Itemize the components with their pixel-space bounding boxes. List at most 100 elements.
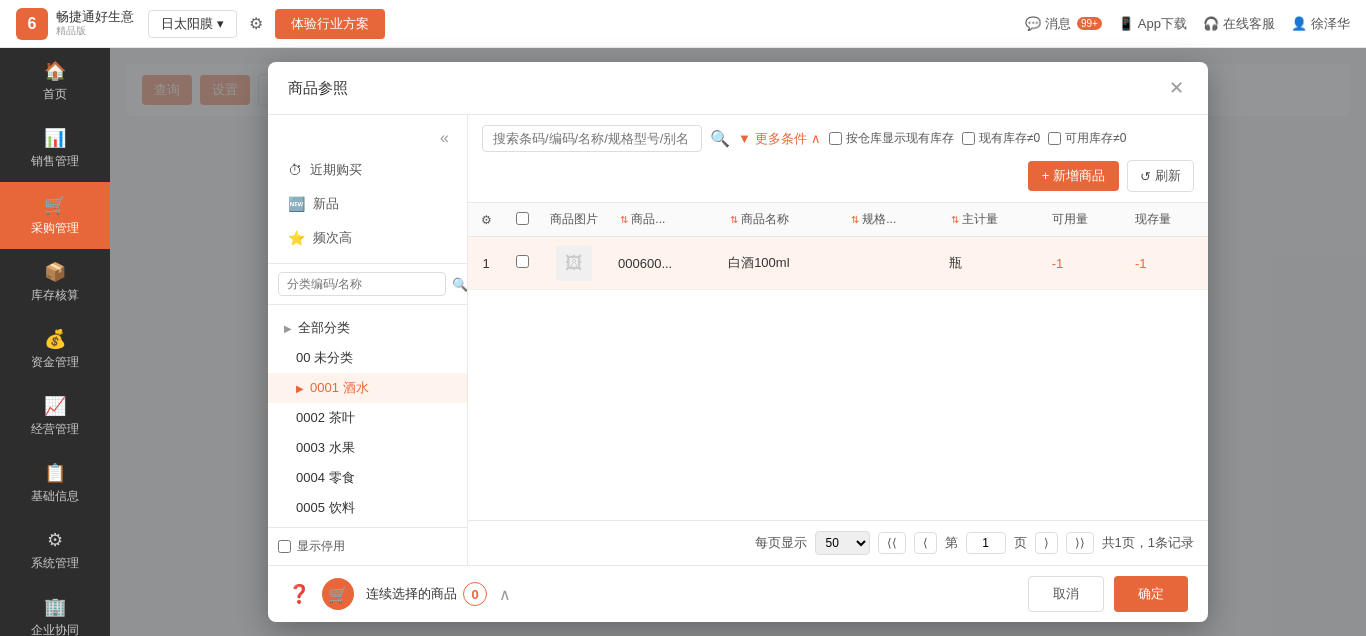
add-product-button[interactable]: + 新增商品 [1028, 161, 1119, 191]
row-checkbox[interactable] [516, 255, 529, 268]
select-all-checkbox[interactable] [516, 212, 529, 225]
sort-icon: ⇅ [620, 214, 628, 225]
sidebar-item-label: 资金管理 [31, 354, 79, 371]
show-disabled-row: 显示停用 [268, 527, 467, 565]
user-item[interactable]: 👤 徐泽华 [1291, 15, 1350, 33]
next-page-button[interactable]: ⟩ [1035, 532, 1058, 554]
col-header-unit[interactable]: ⇅ 主计量 [939, 203, 1042, 237]
collapse-left-button[interactable]: « [432, 125, 457, 151]
col-header-spec[interactable]: ⇅ 规格... [839, 203, 939, 237]
sidebar-item-label: 基础信息 [31, 488, 79, 505]
sidebar-item-label: 企业协同 [31, 622, 79, 636]
trial-button[interactable]: 体验行业方案 [275, 9, 385, 39]
col-header-img: 商品图片 [540, 203, 608, 237]
modal-overlay: 商品参照 ✕ « ⏱ 近期购买 [110, 48, 1366, 636]
sidebar-item-home[interactable]: 🏠 首页 [0, 48, 110, 115]
cancel-button[interactable]: 取消 [1028, 576, 1104, 612]
sidebar-item-label: 系统管理 [31, 555, 79, 572]
table-row[interactable]: 1 🖼 [468, 237, 1208, 290]
new-products-item[interactable]: 🆕 新品 [278, 189, 457, 219]
tree-item-cat0005[interactable]: 0005 饮料 [268, 493, 467, 523]
col-header-name[interactable]: ⇅ 商品名称 [718, 203, 839, 237]
row-stock: -1 [1125, 237, 1208, 290]
modal-title: 商品参照 [288, 79, 348, 98]
sidebar-item-system[interactable]: ⚙ 系统管理 [0, 517, 110, 584]
collapse-footer-button[interactable]: ∧ [499, 585, 511, 604]
nonzero-stock-checkbox[interactable] [962, 132, 975, 145]
frequent-item[interactable]: ⭐ 频次高 [278, 223, 457, 253]
cart-icon: 🛒 [328, 585, 348, 604]
by-warehouse-checkbox[interactable] [829, 132, 842, 145]
sidebar-item-label: 采购管理 [31, 220, 79, 237]
help-icon[interactable]: ❓ [288, 583, 310, 605]
sidebar-item-operation[interactable]: 📈 经营管理 [0, 383, 110, 450]
refresh-button[interactable]: ↺ 刷新 [1127, 160, 1194, 192]
nav-right: 💬 消息 99+ 📱 App下载 🎧 在线客服 👤 徐泽华 [1025, 15, 1350, 33]
col-header-gear[interactable]: ⚙ [468, 203, 504, 237]
more-conditions-button[interactable]: ▼ 更多条件 ∧ [738, 130, 821, 148]
category-search-icon[interactable]: 🔍 [452, 277, 468, 292]
tree-item-all[interactable]: ▶ 全部分类 [268, 313, 467, 343]
col-header-code[interactable]: ⇅ 商品... [608, 203, 718, 237]
basic-icon: 📋 [44, 462, 66, 484]
sidebar: 🏠 首页 📊 销售管理 🛒 采购管理 📦 库存核算 💰 资金管理 📈 经营管理 … [0, 48, 110, 636]
app-download-item[interactable]: 📱 App下载 [1118, 15, 1187, 33]
tree-item-cat0003[interactable]: 0003 水果 [268, 433, 467, 463]
col-header-check[interactable] [504, 203, 540, 237]
tree-item-cat0002[interactable]: 0002 茶叶 [268, 403, 467, 433]
gear-icon: ⚙ [481, 213, 492, 227]
sort-icon: ⇅ [730, 214, 738, 225]
sidebar-item-finance[interactable]: 💰 资金管理 [0, 316, 110, 383]
product-search-input[interactable] [482, 125, 702, 152]
tree-item-cat00[interactable]: 00 未分类 [268, 343, 467, 373]
sidebar-item-inventory[interactable]: 📦 库存核算 [0, 249, 110, 316]
sort-icon: ⇅ [951, 214, 959, 225]
product-table-area: ⚙ 商品图片 [468, 203, 1208, 520]
modal-footer: ❓ 🛒 连续选择的商品 0 ∧ 取消 确定 [268, 565, 1208, 622]
modal-body: « ⏱ 近期购买 🆕 新品 ⭐ [268, 115, 1208, 565]
col-header-available: 可用量 [1042, 203, 1125, 237]
nav-dropdown[interactable]: 日太阳膜 ▾ [148, 10, 237, 38]
notifications-item[interactable]: 💬 消息 99+ [1025, 15, 1102, 33]
star-icon: ⭐ [288, 230, 305, 246]
sidebar-item-enterprise[interactable]: 🏢 企业协同 [0, 584, 110, 636]
right-panel: 🔍 ▼ 更多条件 ∧ 按仓库显示现有库存 [468, 115, 1208, 565]
tree-item-cat0001[interactable]: ▶ 0001 酒水 [268, 373, 467, 403]
category-search-input[interactable] [278, 272, 446, 296]
pagination: 每页显示 102050100 ⟨⟨ ⟨ 第 页 ⟩ ⟩⟩ 共1页，1条记录 [468, 520, 1208, 565]
row-index: 1 [468, 237, 504, 290]
confirm-button[interactable]: 确定 [1114, 576, 1188, 612]
show-disabled-checkbox[interactable] [278, 540, 291, 553]
tree-item-cat0004[interactable]: 0004 零食 [268, 463, 467, 493]
customer-service-item[interactable]: 🎧 在线客服 [1203, 15, 1275, 33]
checkbox-by-warehouse[interactable]: 按仓库显示现有库存 [829, 130, 954, 147]
prev-page-button[interactable]: ⟨ [914, 532, 937, 554]
product-search-icon[interactable]: 🔍 [710, 129, 730, 148]
sidebar-item-purchase[interactable]: 🛒 采购管理 [0, 182, 110, 249]
arrow-right-icon: ▶ [296, 383, 304, 394]
last-page-button[interactable]: ⟩⟩ [1066, 532, 1094, 554]
page-size-select[interactable]: 102050100 [815, 531, 870, 555]
row-checkbox-cell[interactable] [504, 237, 540, 290]
notifications-badge: 99+ [1077, 17, 1102, 30]
nonzero-available-checkbox[interactable] [1048, 132, 1061, 145]
checkbox-nonzero-stock[interactable]: 现有库存≠0 [962, 130, 1040, 147]
first-page-button[interactable]: ⟨⟨ [878, 532, 906, 554]
modal-header: 商品参照 ✕ [268, 62, 1208, 115]
page-number-input[interactable] [966, 532, 1006, 554]
filter-icon: ▼ [738, 131, 751, 146]
sort-icon: ⇅ [851, 214, 859, 225]
finance-icon: 💰 [44, 328, 66, 350]
sidebar-item-label: 销售管理 [31, 153, 79, 170]
continuous-select-area: 连续选择的商品 0 [366, 582, 487, 606]
product-table: ⚙ 商品图片 [468, 203, 1208, 290]
gear-icon[interactable]: ⚙ [249, 14, 263, 33]
operation-icon: 📈 [44, 395, 66, 417]
recent-purchase-item[interactable]: ⏱ 近期购买 [278, 155, 457, 185]
checkbox-nonzero-available[interactable]: 可用库存≠0 [1048, 130, 1126, 147]
sidebar-item-basic[interactable]: 📋 基础信息 [0, 450, 110, 517]
cart-button[interactable]: 🛒 [322, 578, 354, 610]
left-panel: « ⏱ 近期购买 🆕 新品 ⭐ [268, 115, 468, 565]
modal-close-button[interactable]: ✕ [1164, 76, 1188, 100]
sidebar-item-sales[interactable]: 📊 销售管理 [0, 115, 110, 182]
